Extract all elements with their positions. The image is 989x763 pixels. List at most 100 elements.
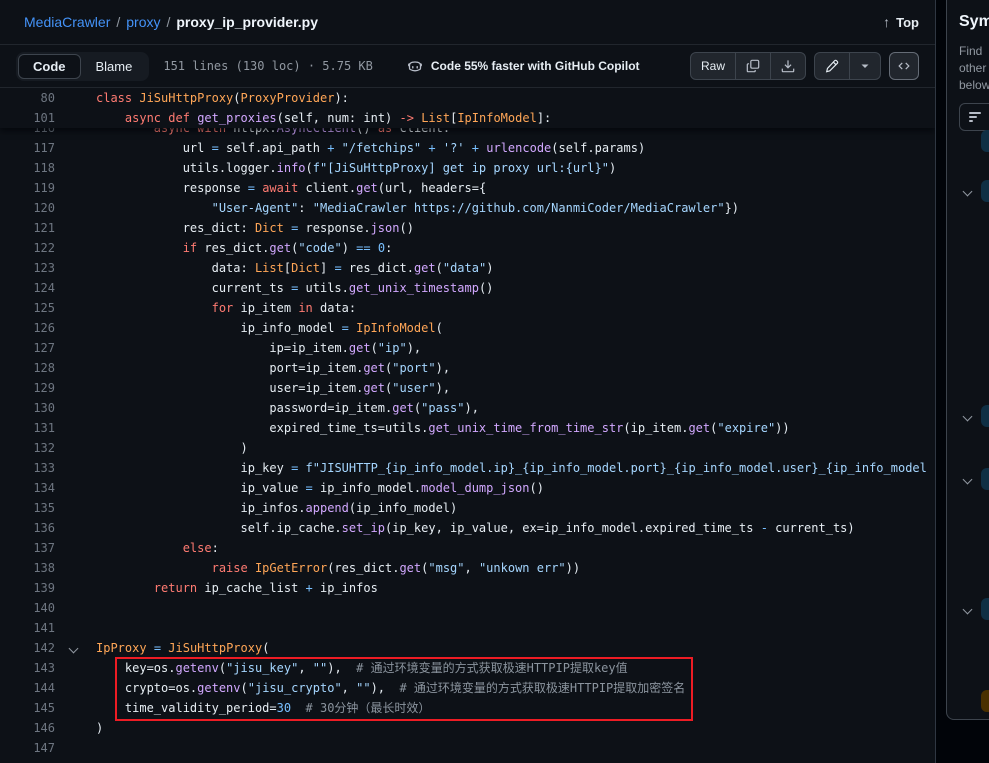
- line-number[interactable]: 137: [0, 538, 55, 558]
- line-number[interactable]: 129: [0, 378, 55, 398]
- line-number[interactable]: 144: [0, 678, 55, 698]
- line-code: [96, 598, 935, 618]
- line-number[interactable]: 140: [0, 598, 55, 618]
- code-line: 134 ip_value = ip_info_model.model_dump_…: [0, 478, 935, 498]
- line-code: raise IpGetError(res_dict.get("msg", "un…: [96, 558, 935, 578]
- edit-dropdown-chevron-icon[interactable]: [849, 53, 880, 79]
- line-number[interactable]: 143: [0, 658, 55, 678]
- line-number[interactable]: 80: [0, 88, 55, 108]
- symbol-chip[interactable]: [981, 180, 989, 202]
- line-code: crypto=os.getenv("jisu_crypto", ""), # 通…: [96, 678, 935, 698]
- edit-pencil-icon[interactable]: [815, 53, 849, 79]
- tree-expand-chevron-icon[interactable]: [963, 606, 971, 614]
- line-number[interactable]: 120: [0, 198, 55, 218]
- line-gutter: [55, 558, 96, 578]
- raw-button[interactable]: Raw: [691, 53, 735, 79]
- breadcrumb-repo-link[interactable]: MediaCrawler: [24, 14, 110, 30]
- breadcrumb-folder-link[interactable]: proxy: [126, 14, 160, 30]
- breadcrumb-separator: /: [116, 14, 120, 30]
- code-line: 133 ip_key = f"JISUHTTP_{ip_info_model.i…: [0, 458, 935, 478]
- symbol-row: [947, 468, 989, 490]
- tree-expand-chevron-icon[interactable]: [963, 476, 971, 484]
- symbols-panel-toggle-button[interactable]: [889, 52, 919, 80]
- symbol-chip[interactable]: [981, 468, 989, 490]
- line-number[interactable]: 133: [0, 458, 55, 478]
- line-number[interactable]: 146: [0, 718, 55, 738]
- line-number[interactable]: 138: [0, 558, 55, 578]
- line-number[interactable]: 141: [0, 618, 55, 638]
- code-blame-switcher: Code Blame: [16, 52, 149, 81]
- line-gutter: [55, 108, 96, 128]
- line-gutter: [55, 578, 96, 598]
- line-number[interactable]: 147: [0, 738, 55, 758]
- file-toolbar: Code Blame 151 lines (130 loc) · 5.75 KB…: [0, 45, 935, 88]
- symbols-panel-content: Symbols Find other below: [947, 0, 989, 131]
- line-number[interactable]: 126: [0, 318, 55, 338]
- breadcrumb-separator: /: [166, 14, 170, 30]
- symbol-chip[interactable]: [981, 598, 989, 620]
- download-icon[interactable]: [770, 53, 805, 79]
- line-number[interactable]: 121: [0, 218, 55, 238]
- line-number[interactable]: 135: [0, 498, 55, 518]
- symbols-filter-button[interactable]: [959, 103, 989, 131]
- line-gutter: [55, 438, 96, 458]
- line-number[interactable]: 134: [0, 478, 55, 498]
- line-gutter: [55, 418, 96, 438]
- line-number[interactable]: 128: [0, 358, 55, 378]
- line-gutter: [55, 338, 96, 358]
- line-code: ip_infos.append(ip_info_model): [96, 498, 935, 518]
- line-gutter: [55, 138, 96, 158]
- breadcrumb: MediaCrawler / proxy / proxy_ip_provider…: [24, 14, 318, 30]
- scroll-to-top-button[interactable]: ↑ Top: [883, 14, 919, 30]
- line-number[interactable]: 118: [0, 158, 55, 178]
- line-code: user=ip_item.get("user"),: [96, 378, 935, 398]
- line-number[interactable]: 131: [0, 418, 55, 438]
- line-gutter: [55, 278, 96, 298]
- code-editor-area: 116 async with httpx.AsyncClient() as cl…: [0, 88, 935, 763]
- tab-blame[interactable]: Blame: [81, 54, 148, 79]
- line-gutter: [55, 238, 96, 258]
- line-gutter: [55, 698, 96, 718]
- copy-icon[interactable]: [735, 53, 770, 79]
- line-number[interactable]: 127: [0, 338, 55, 358]
- line-code: self.ip_cache.set_ip(ip_key, ip_value, e…: [96, 518, 935, 538]
- line-number[interactable]: 101: [0, 108, 55, 128]
- collapse-chevron-icon[interactable]: [69, 645, 77, 653]
- line-number[interactable]: 123: [0, 258, 55, 278]
- line-code: if res_dict.get("code") == 0:: [96, 238, 935, 258]
- symbol-chip[interactable]: [981, 130, 989, 152]
- code-line: 140: [0, 598, 935, 618]
- line-number[interactable]: 130: [0, 398, 55, 418]
- line-number[interactable]: 145: [0, 698, 55, 718]
- line-gutter: [55, 658, 96, 678]
- line-code: class JiSuHttpProxy(ProxyProvider):: [96, 88, 935, 108]
- code-line: 118 utils.logger.info(f"[JiSuHttpProxy] …: [0, 158, 935, 178]
- line-gutter: [55, 618, 96, 638]
- copilot-banner[interactable]: Code 55% faster with GitHub Copilot: [407, 58, 640, 74]
- line-number[interactable]: 119: [0, 178, 55, 198]
- tree-expand-chevron-icon[interactable]: [963, 188, 971, 196]
- tree-expand-chevron-icon[interactable]: [963, 413, 971, 421]
- line-gutter: [55, 178, 96, 198]
- line-number[interactable]: 132: [0, 438, 55, 458]
- line-code: ): [96, 718, 935, 738]
- line-code: ip_info_model = IpInfoModel(: [96, 318, 935, 338]
- code-line: 126 ip_info_model = IpInfoModel(: [0, 318, 935, 338]
- symbol-chip[interactable]: [981, 405, 989, 427]
- symbol-row: [947, 690, 989, 712]
- symbol-chip[interactable]: [981, 690, 989, 712]
- line-number[interactable]: 142: [0, 638, 55, 658]
- tab-code[interactable]: Code: [18, 54, 81, 79]
- code-line: 138 raise IpGetError(res_dict.get("msg",…: [0, 558, 935, 578]
- line-number[interactable]: 124: [0, 278, 55, 298]
- line-number[interactable]: 117: [0, 138, 55, 158]
- code-line: 80 class JiSuHttpProxy(ProxyProvider):: [0, 88, 935, 108]
- line-number[interactable]: 136: [0, 518, 55, 538]
- line-number[interactable]: 125: [0, 298, 55, 318]
- line-gutter: [55, 478, 96, 498]
- filter-icon: [969, 110, 981, 125]
- line-number[interactable]: 122: [0, 238, 55, 258]
- line-number[interactable]: 139: [0, 578, 55, 598]
- line-gutter: [55, 298, 96, 318]
- code-line: 128 port=ip_item.get("port"),: [0, 358, 935, 378]
